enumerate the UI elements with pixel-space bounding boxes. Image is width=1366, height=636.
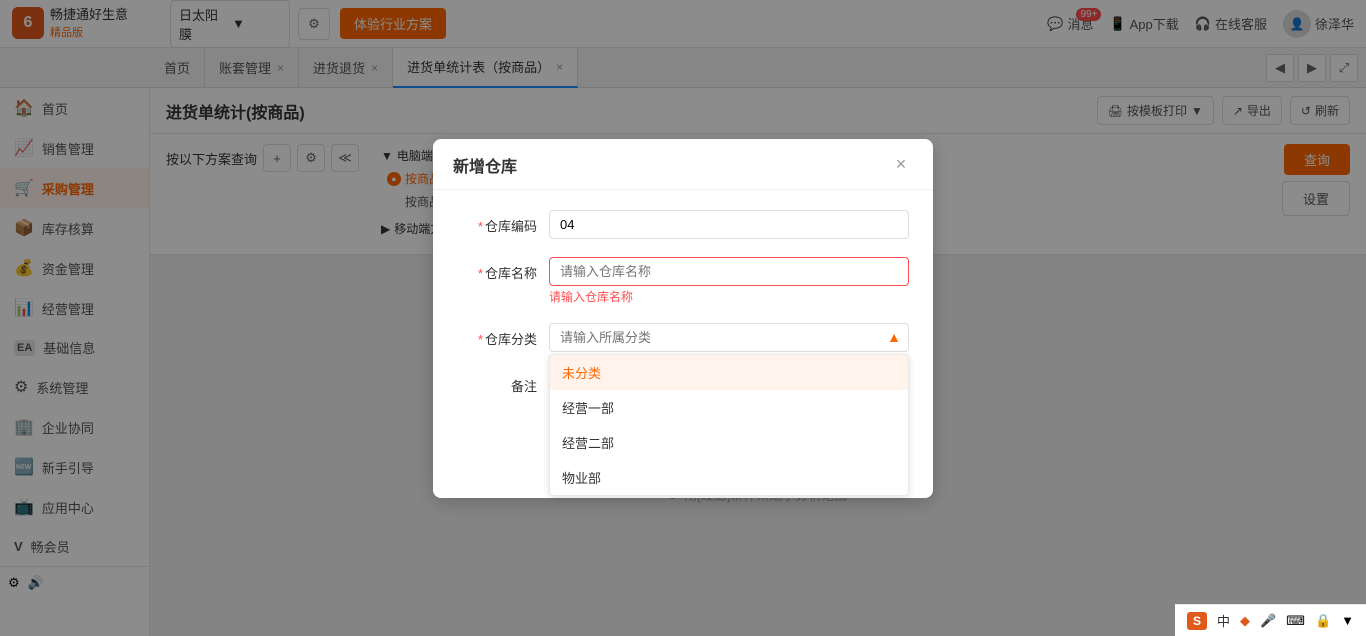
dialog-header: 新增仓库 × [433,139,933,190]
chinese-input-icon[interactable]: 中 [1217,611,1230,630]
dropdown-item-label-0: 未分类 [562,366,601,381]
keyboard-icon[interactable]: ⌨ [1286,613,1305,629]
name-label: 仓库名称 [457,257,537,282]
form-row-code: 仓库编码 [457,210,909,239]
name-error-msg: 请输入仓库名称 [549,288,909,305]
dropdown-item-label-3: 物业部 [562,471,601,486]
dropdown-item-3[interactable]: 物业部 [550,460,908,495]
category-label: 仓库分类 [457,323,537,348]
name-input[interactable] [549,257,909,286]
bottom-bar: S 中 ◆ 🎤 ⌨ 🔒 ▼ [1175,604,1366,636]
close-icon: × [896,154,907,175]
lock-icon[interactable]: 🔒 [1315,613,1331,629]
category-input-wrap: ▲ [549,323,909,352]
name-control: 请输入仓库名称 [549,257,909,305]
code-label: 仓库编码 [457,210,537,235]
code-input[interactable] [549,210,909,239]
category-toggle-icon[interactable]: ▲ [887,329,901,345]
dropdown-item-1[interactable]: 经营一部 [550,390,908,425]
brand-s-icon: S [1187,612,1207,630]
mic-icon[interactable]: 🎤 [1260,613,1276,629]
code-control [549,210,909,239]
category-dropdown: 未分类 经营一部 经营二部 物业部 [549,354,909,496]
dropdown-item-label-2: 经营二部 [562,436,614,451]
add-warehouse-dialog: 新增仓库 × 仓库编码 仓库名称 请输入仓库名称 [433,139,933,498]
dialog-body: 仓库编码 仓库名称 请输入仓库名称 仓库分类 ▲ [433,190,933,437]
dialog-title: 新增仓库 [453,153,517,177]
dot-icon: ◆ [1240,613,1250,629]
category-input[interactable] [549,323,909,352]
note-label: 备注 [457,370,537,395]
dropdown-item-label-1: 经营一部 [562,401,614,416]
chevron-down-icon[interactable]: ▼ [1341,613,1354,628]
modal-overlay[interactable]: 新增仓库 × 仓库编码 仓库名称 请输入仓库名称 [0,0,1366,636]
dialog-close-button[interactable]: × [889,153,913,177]
form-row-category: 仓库分类 ▲ 未分类 经营一部 [457,323,909,352]
dropdown-item-2[interactable]: 经营二部 [550,425,908,460]
form-row-name: 仓库名称 请输入仓库名称 [457,257,909,305]
dropdown-item-0[interactable]: 未分类 [550,355,908,390]
category-control: ▲ 未分类 经营一部 经营二部 物业部 [549,323,909,352]
